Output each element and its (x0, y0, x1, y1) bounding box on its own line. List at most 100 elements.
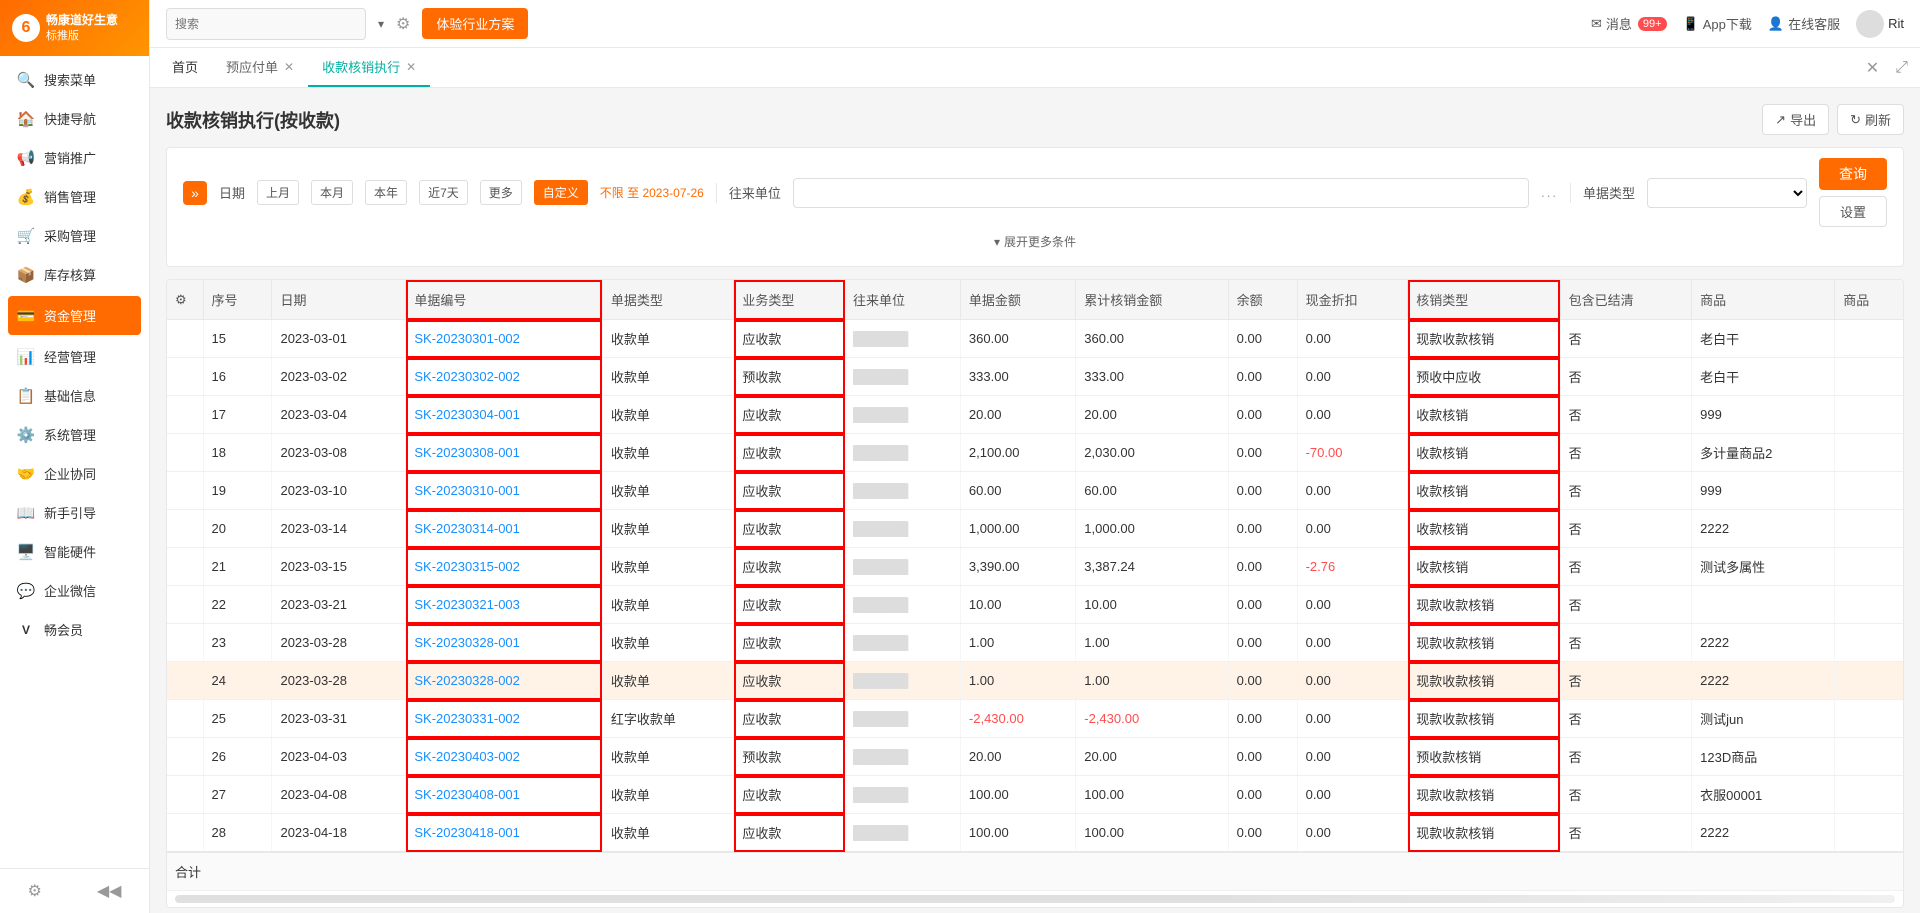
refresh-btn[interactable]: ↻ 刷新 (1837, 104, 1904, 135)
table-cell[interactable]: 2023-03-28 (272, 662, 406, 700)
table-cell[interactable]: 2023-03-01 (272, 320, 406, 358)
sidebar-item-basic[interactable]: 📋 基础信息 (0, 376, 149, 415)
tab-collection[interactable]: 收款核销执行 ✕ (308, 48, 430, 87)
topbar-dropdown[interactable]: ▾ (378, 17, 384, 31)
table-cell: ██████ (845, 358, 961, 396)
table-cell[interactable]: 2023-04-08 (272, 776, 406, 814)
filter-7days-btn[interactable]: 近7天 (419, 180, 468, 205)
user-avatar[interactable]: Rit (1856, 10, 1904, 38)
voucher-link[interactable]: SK-20230301-002 (414, 331, 520, 346)
sidebar-item-system[interactable]: ⚙️ 系统管理 (0, 415, 149, 454)
tab-home[interactable]: 首页 (158, 48, 212, 87)
voucher-link[interactable]: SK-20230302-002 (414, 369, 520, 384)
table-cell[interactable]: 2023-03-08 (272, 434, 406, 472)
sidebar-item-quick[interactable]: 🏠 快捷导航 (0, 99, 149, 138)
tabs-bar: 首页 预应付单 ✕ 收款核销执行 ✕ ✕ ⤢ (150, 48, 1920, 88)
filter-row: » 日期 上月 本月 本年 近7天 更多 自定义 不限 至 2023-07-26… (183, 158, 1887, 227)
table-cell[interactable]: 2023-03-02 (272, 358, 406, 396)
filter-expand-btn[interactable]: » (183, 181, 207, 205)
table-cell: 18 (203, 434, 272, 472)
voucher-link[interactable]: SK-20230403-002 (414, 749, 520, 764)
voucher-link[interactable]: SK-20230310-001 (414, 483, 520, 498)
table-cell[interactable]: 2023-03-21 (272, 586, 406, 624)
table-row: 262023-04-03SK-20230403-002收款单预收款██████2… (167, 738, 1903, 776)
filter-custom-btn[interactable]: 自定义 (534, 180, 588, 205)
sidebar-item-guide[interactable]: 📖 新手引导 (0, 493, 149, 532)
table-cell[interactable]: 2023-04-18 (272, 814, 406, 853)
voucher-link[interactable]: SK-20230418-001 (414, 825, 520, 840)
expand-more-row[interactable]: ▾ 展开更多条件 (183, 227, 1887, 256)
th-voucher-type: 单据类型 (602, 280, 734, 320)
settings-bottom-btn[interactable]: ⚙ (20, 877, 50, 905)
sidebar-item-member[interactable]: V 畅会员 (0, 610, 149, 649)
table-cell: 收款单 (602, 396, 734, 434)
filter-query-btn[interactable]: 查询 (1819, 158, 1887, 190)
sidebar-item-marketing[interactable]: 📢 营销推广 (0, 138, 149, 177)
messages-btn[interactable]: ✉ 消息 99+ (1591, 14, 1667, 33)
table-cell: 21 (203, 548, 272, 586)
filter-this-month-btn[interactable]: 本月 (311, 180, 353, 205)
table-cell: -2,430.00 (1076, 700, 1228, 738)
filter-partner-input[interactable] (793, 178, 1529, 208)
sidebar-item-sales[interactable]: 💰 销售管理 (0, 177, 149, 216)
sidebar-item-search[interactable]: 🔍 搜索菜单 (0, 60, 149, 99)
voucher-link[interactable]: SK-20230315-002 (414, 559, 520, 574)
filter-last-month-btn[interactable]: 上月 (257, 180, 299, 205)
search-menu-icon: 🔍 (16, 71, 36, 89)
topbar-gear-icon[interactable]: ⚙ (396, 14, 410, 34)
tab-close-window-icon[interactable]: ✕ (1862, 54, 1883, 82)
app-download-btn[interactable]: 📱 App下载 (1683, 14, 1752, 33)
voucher-link[interactable]: SK-20230314-001 (414, 521, 520, 536)
filter-this-year-btn[interactable]: 本年 (365, 180, 407, 205)
export-btn[interactable]: ↗ 导出 (1762, 104, 1829, 135)
filter-voucher-type-select[interactable] (1647, 178, 1807, 208)
sidebar-item-collab[interactable]: 🤝 企业协同 (0, 454, 149, 493)
export-icon: ↗ (1775, 112, 1786, 128)
topbar-search-input[interactable] (166, 8, 366, 40)
horizontal-scrollbar[interactable] (175, 895, 1895, 903)
filter-setting-btn[interactable]: 设置 (1819, 196, 1887, 227)
table-cell[interactable]: 2023-03-04 (272, 396, 406, 434)
table-cell[interactable]: 2023-03-31 (272, 700, 406, 738)
collapse-btn[interactable]: ◀◀ (89, 877, 130, 905)
tab-prepay-close-icon[interactable]: ✕ (284, 60, 294, 74)
sidebar-item-purchase[interactable]: 🛒 采购管理 (0, 216, 149, 255)
table-cell: 应收款 (734, 700, 845, 738)
table-cell[interactable]: 2023-03-28 (272, 624, 406, 662)
table-cell: 否 (1560, 434, 1692, 472)
table-cell: 60.00 (1076, 472, 1228, 510)
tab-prepay[interactable]: 预应付单 ✕ (212, 48, 308, 87)
sidebar-item-operation[interactable]: 📊 经营管理 (0, 337, 149, 376)
voucher-link[interactable]: SK-20230328-002 (414, 673, 520, 688)
table-cell: 收款单 (602, 358, 734, 396)
table-cell[interactable]: 2023-03-14 (272, 510, 406, 548)
sidebar-item-finance[interactable]: 💳 资金管理 (8, 296, 141, 335)
table-cell: 0.00 (1297, 624, 1408, 662)
sidebar-item-wechat[interactable]: 💬 企业微信 (0, 571, 149, 610)
voucher-link[interactable]: SK-20230328-001 (414, 635, 520, 650)
tab-collection-close-icon[interactable]: ✕ (406, 60, 416, 74)
sidebar-item-inventory[interactable]: 📦 库存核算 (0, 255, 149, 294)
table-cell[interactable]: 2023-03-10 (272, 472, 406, 510)
sidebar-item-label: 库存核算 (44, 265, 96, 284)
industry-solution-btn[interactable]: 体验行业方案 (422, 8, 528, 39)
table-cell: 应收款 (734, 434, 845, 472)
sidebar-bottom: ⚙ ◀◀ (0, 868, 149, 913)
th-settings[interactable]: ⚙ (167, 280, 203, 320)
voucher-link[interactable]: SK-20230304-001 (414, 407, 520, 422)
table-cell: 0.00 (1228, 662, 1297, 700)
voucher-link[interactable]: SK-20230331-002 (414, 711, 520, 726)
refresh-icon: ↻ (1850, 112, 1861, 128)
voucher-link[interactable]: SK-20230321-003 (414, 597, 520, 612)
table-cell[interactable]: 2023-04-03 (272, 738, 406, 776)
online-service-btn[interactable]: 👤 在线客服 (1768, 14, 1840, 33)
table-cell: 0.00 (1297, 472, 1408, 510)
filter-more-btn[interactable]: 更多 (480, 180, 522, 205)
table-cell: 否 (1560, 358, 1692, 396)
table-cell[interactable]: 2023-03-15 (272, 548, 406, 586)
voucher-link[interactable]: SK-20230408-001 (414, 787, 520, 802)
tab-maximize-icon[interactable]: ⤢ (1891, 55, 1912, 81)
table-cell: 收款核销 (1408, 472, 1560, 510)
voucher-link[interactable]: SK-20230308-001 (414, 445, 520, 460)
sidebar-item-hardware[interactable]: 🖥️ 智能硬件 (0, 532, 149, 571)
